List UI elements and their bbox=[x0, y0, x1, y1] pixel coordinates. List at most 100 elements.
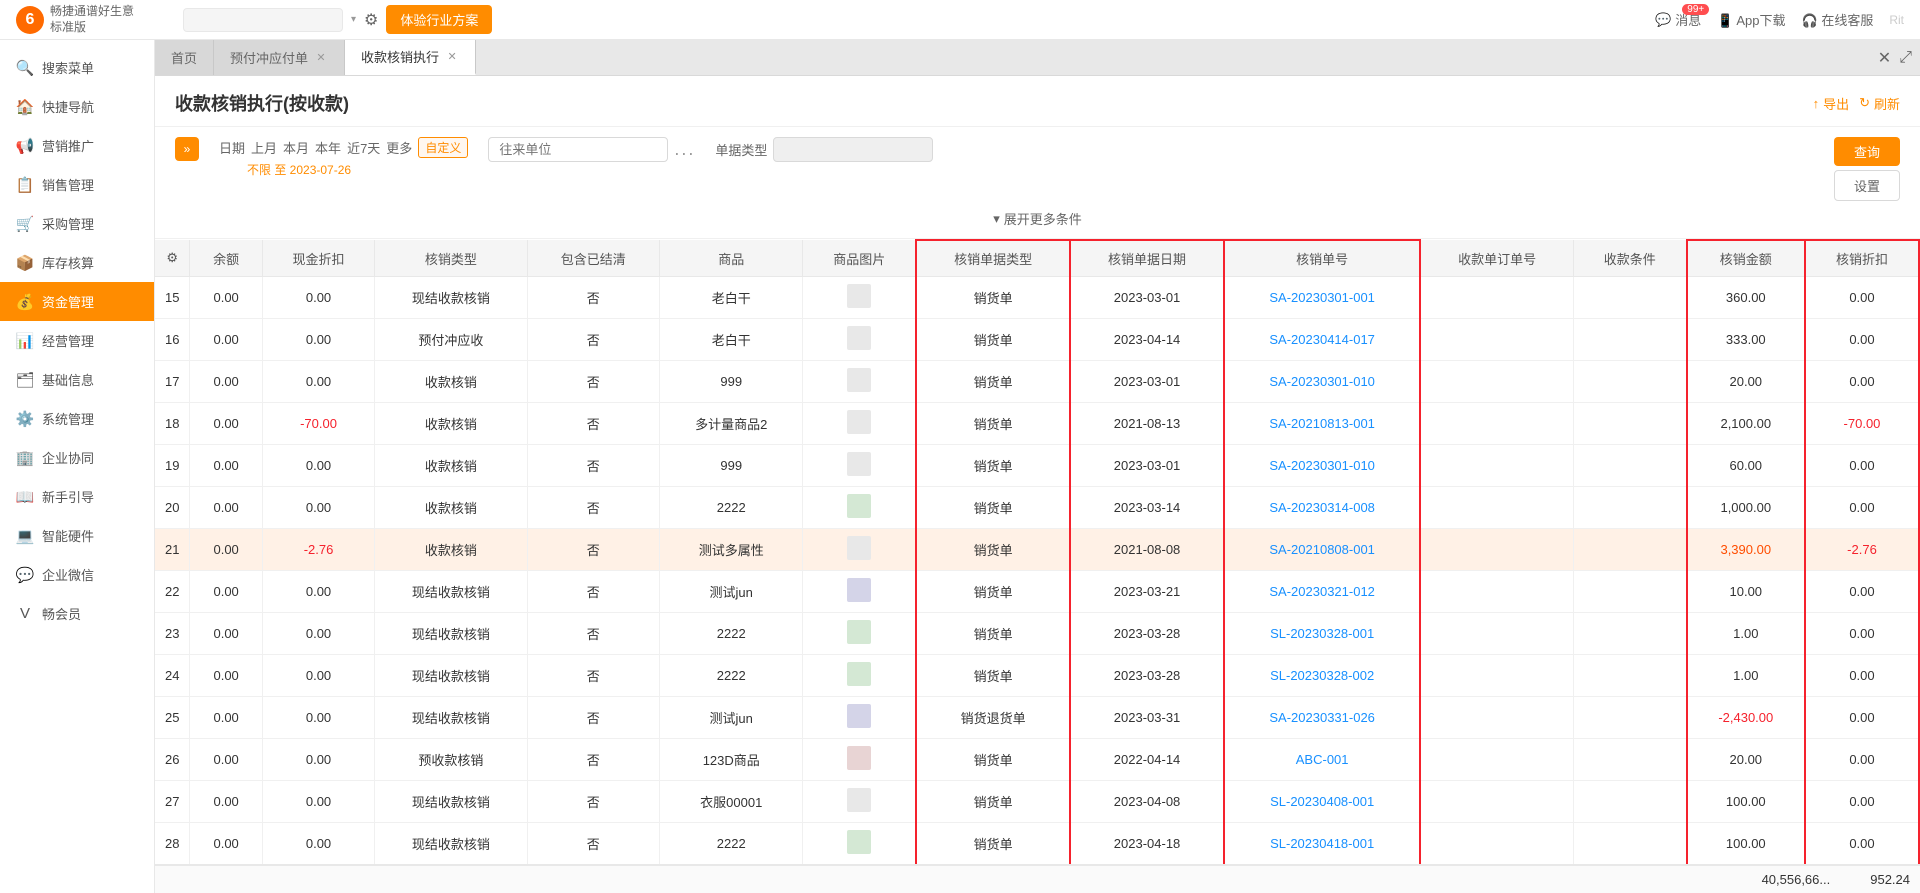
sidebar-item-purchase[interactable]: 🛒 采购管理 bbox=[0, 204, 154, 243]
sidebar-item-enterprise[interactable]: 🏢 企业协同 bbox=[0, 438, 154, 477]
cell-id: 18 bbox=[155, 403, 190, 445]
doc-type-select[interactable] bbox=[773, 137, 933, 162]
writeoff-no-link[interactable]: SA-20210813-001 bbox=[1269, 416, 1375, 431]
cell-writeoff-no[interactable]: SA-20230301-010 bbox=[1224, 361, 1420, 403]
query-button[interactable]: 查询 bbox=[1834, 137, 1900, 166]
top-bar-center: ▾ ⚙ 体验行业方案 bbox=[183, 5, 1643, 34]
tab-collection[interactable]: 收款核销执行 ✕ bbox=[345, 40, 476, 75]
sidebar-item-member[interactable]: V 畅会员 bbox=[0, 594, 154, 633]
sidebar-item-inventory[interactable]: 📦 库存核算 bbox=[0, 243, 154, 282]
partner-dots[interactable]: ... bbox=[674, 139, 695, 160]
trial-button[interactable]: 体验行业方案 bbox=[386, 5, 492, 34]
cell-goods: 2222 bbox=[659, 613, 803, 655]
tab-home[interactable]: 首页 bbox=[155, 40, 214, 75]
content-area: 首页 预付冲应付单 ✕ 收款核销执行 ✕ ✕ ⤢ 收款核销执行(按收款) bbox=[155, 40, 1920, 893]
writeoff-no-link[interactable]: SA-20230331-026 bbox=[1269, 710, 1375, 725]
tab-expand-icon[interactable]: ⤢ bbox=[1899, 49, 1912, 67]
sidebar-item-sales[interactable]: 📋 销售管理 bbox=[0, 165, 154, 204]
cell-writeoff-no[interactable]: SA-20230301-010 bbox=[1224, 445, 1420, 487]
cell-collection-order bbox=[1420, 529, 1573, 571]
tab-collection-close[interactable]: ✕ bbox=[445, 50, 459, 64]
writeoff-no-link[interactable]: SA-20230321-012 bbox=[1269, 584, 1375, 599]
cell-writeoff-no[interactable]: SA-20230301-001 bbox=[1224, 277, 1420, 319]
col-gear[interactable]: ⚙ bbox=[155, 240, 190, 277]
settings-icon[interactable]: ⚙ bbox=[364, 10, 378, 30]
cell-balance: 0.00 bbox=[190, 697, 262, 739]
goods-image-thumb bbox=[847, 368, 871, 392]
expand-more-button[interactable]: ▾ 展开更多条件 bbox=[993, 209, 1082, 228]
writeoff-no-link[interactable]: SA-20210808-001 bbox=[1269, 542, 1375, 557]
cell-writeoff-no[interactable]: SA-20210808-001 bbox=[1224, 529, 1420, 571]
cell-writeoff-no[interactable]: SA-20210813-001 bbox=[1224, 403, 1420, 445]
cell-writeoff-no[interactable]: SA-20230314-008 bbox=[1224, 487, 1420, 529]
writeoff-no-link[interactable]: SL-20230328-001 bbox=[1270, 626, 1374, 641]
this-month-btn[interactable]: 本月 bbox=[283, 138, 309, 157]
writeoff-no-link[interactable]: ABC-001 bbox=[1296, 752, 1349, 767]
sidebar-item-wechat[interactable]: 💬 企业微信 bbox=[0, 555, 154, 594]
cell-writeoff-amount: 10.00 bbox=[1687, 571, 1805, 613]
sidebar-item-search[interactable]: 🔍 搜索菜单 bbox=[0, 48, 154, 87]
partner-input[interactable] bbox=[488, 137, 668, 162]
cell-collection-cond bbox=[1573, 445, 1686, 487]
dropdown-arrow-icon[interactable]: ▾ bbox=[351, 14, 356, 25]
sidebar-item-operations[interactable]: 📊 经营管理 bbox=[0, 321, 154, 360]
writeoff-no-link[interactable]: SL-20230328-002 bbox=[1270, 668, 1374, 683]
goods-image-thumb bbox=[847, 494, 871, 518]
this-year-btn[interactable]: 本年 bbox=[315, 138, 341, 157]
cell-include-settled: 否 bbox=[527, 823, 659, 865]
message-nav[interactable]: 💬 消息 99+ bbox=[1655, 10, 1701, 29]
cell-goods-image bbox=[803, 781, 916, 823]
cell-writeoff-no[interactable]: SL-20230418-001 bbox=[1224, 823, 1420, 865]
writeoff-no-link[interactable]: SA-20230301-010 bbox=[1269, 374, 1375, 389]
cell-writeoff-no[interactable]: SA-20230414-017 bbox=[1224, 319, 1420, 361]
writeoff-no-link[interactable]: SL-20230418-001 bbox=[1270, 836, 1374, 851]
cell-writeoff-no[interactable]: SA-20230331-026 bbox=[1224, 697, 1420, 739]
filter-settings-button[interactable]: 设置 bbox=[1834, 170, 1900, 201]
cell-writeoff-date: 2021-08-13 bbox=[1070, 403, 1224, 445]
cell-writeoff-no[interactable]: SL-20230408-001 bbox=[1224, 781, 1420, 823]
expand-icon: ▾ bbox=[993, 211, 1000, 227]
col-writeoff-date: 核销单据日期 bbox=[1070, 240, 1224, 277]
last-7-days-btn[interactable]: 近7天 bbox=[347, 138, 380, 157]
sidebar-item-marketing[interactable]: 📢 营销推广 bbox=[0, 126, 154, 165]
sidebar-item-system[interactable]: ⚙️ 系统管理 bbox=[0, 399, 154, 438]
writeoff-no-link[interactable]: SA-20230414-017 bbox=[1269, 332, 1375, 347]
sidebar-item-basic[interactable]: 🗂 基础信息 bbox=[0, 360, 154, 399]
sidebar-item-shortcut[interactable]: 🏠 快捷导航 bbox=[0, 87, 154, 126]
user-nav[interactable]: Rit bbox=[1889, 12, 1904, 27]
tab-prepay-close[interactable]: ✕ bbox=[314, 51, 328, 65]
nav-arrow-button[interactable]: » bbox=[175, 137, 199, 161]
sidebar-item-hardware[interactable]: 💻 智能硬件 bbox=[0, 516, 154, 555]
table-wrapper[interactable]: ⚙ 余额 现金折扣 核销类型 包含已结清 商品 商品图片 核销单据类型 核销单据… bbox=[155, 239, 1920, 893]
export-button[interactable]: ↑ 导出 bbox=[1813, 94, 1850, 113]
cell-include-settled: 否 bbox=[527, 487, 659, 529]
last-month-btn[interactable]: 上月 bbox=[251, 138, 277, 157]
page-content: 收款核销执行(按收款) ↑ 导出 ↻ 刷新 » bbox=[155, 76, 1920, 893]
table-row: 27 0.00 0.00 现结收款核销 否 衣服00001 销货单 2023-0… bbox=[155, 781, 1919, 823]
writeoff-no-link[interactable]: SA-20230301-010 bbox=[1269, 458, 1375, 473]
cell-writeoff-no[interactable]: SL-20230328-001 bbox=[1224, 613, 1420, 655]
app-download-nav[interactable]: 📱 App下载 bbox=[1717, 10, 1785, 29]
tab-prepay[interactable]: 预付冲应付单 ✕ bbox=[214, 40, 345, 75]
sidebar-item-finance[interactable]: 💰 资金管理 bbox=[0, 282, 154, 321]
writeoff-no-link[interactable]: SA-20230301-001 bbox=[1269, 290, 1375, 305]
more-date-btn[interactable]: 更多 bbox=[386, 138, 412, 157]
cell-collection-order bbox=[1420, 655, 1573, 697]
writeoff-no-link[interactable]: SA-20230314-008 bbox=[1269, 500, 1375, 515]
cell-id: 19 bbox=[155, 445, 190, 487]
custom-date-btn[interactable]: 自定义 bbox=[418, 137, 468, 158]
cell-goods: 2222 bbox=[659, 823, 803, 865]
tab-close-icon[interactable]: ✕ bbox=[1878, 48, 1891, 68]
service-nav[interactable]: 🎧 在线客服 bbox=[1802, 10, 1874, 29]
cell-writeoff-no[interactable]: ABC-001 bbox=[1224, 739, 1420, 781]
cell-writeoff-no[interactable]: SL-20230328-002 bbox=[1224, 655, 1420, 697]
refresh-button[interactable]: ↻ 刷新 bbox=[1859, 94, 1900, 113]
top-search-input[interactable] bbox=[183, 8, 343, 32]
writeoff-no-link[interactable]: SL-20230408-001 bbox=[1270, 794, 1374, 809]
sidebar-item-guide[interactable]: 📖 新手引导 bbox=[0, 477, 154, 516]
cell-writeoff-amount: 3,390.00 bbox=[1687, 529, 1805, 571]
cell-writeoff-no[interactable]: SA-20230321-012 bbox=[1224, 571, 1420, 613]
cell-writeoff-amount: -2,430.00 bbox=[1687, 697, 1805, 739]
cell-writeoff-date: 2023-03-31 bbox=[1070, 697, 1224, 739]
date-label: 日期 bbox=[219, 138, 245, 157]
